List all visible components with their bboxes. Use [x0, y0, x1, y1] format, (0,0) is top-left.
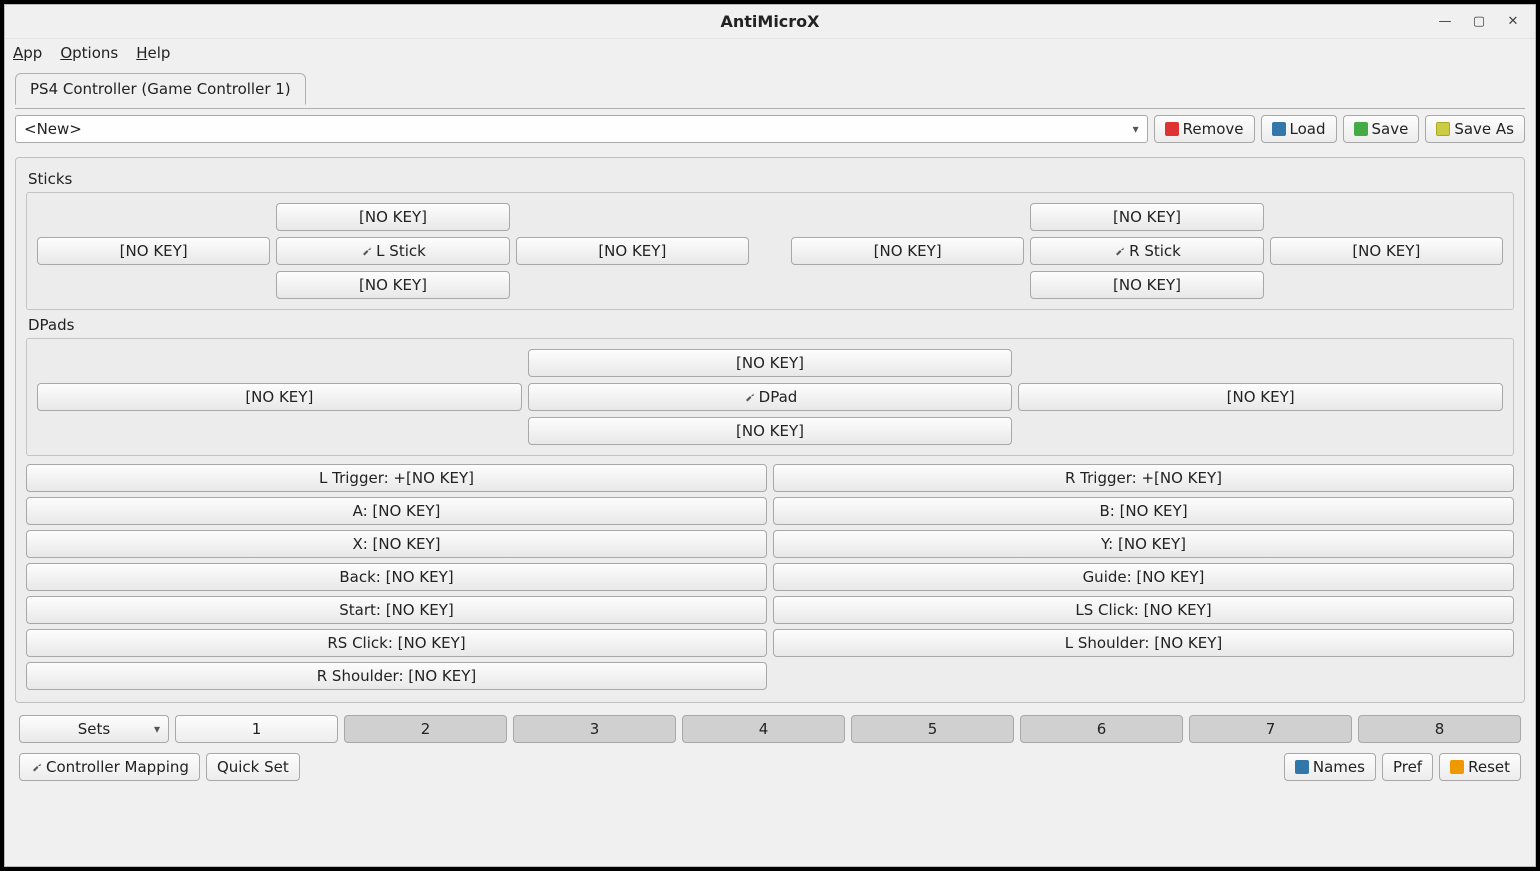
- tab-controller-1[interactable]: PS4 Controller (Game Controller 1): [15, 73, 306, 105]
- set-button-5[interactable]: 5: [851, 715, 1014, 743]
- rstick-right[interactable]: [NO KEY]: [1270, 237, 1503, 265]
- ltrigger-button[interactable]: L Trigger: +[NO KEY]: [26, 464, 767, 492]
- wrench-icon: [360, 245, 372, 257]
- lstick-left[interactable]: [NO KEY]: [37, 237, 270, 265]
- back-button[interactable]: Back: [NO KEY]: [26, 563, 767, 591]
- rsclick-button[interactable]: RS Click: [NO KEY]: [26, 629, 767, 657]
- remove-icon: [1165, 122, 1179, 136]
- tab-panel: <New> Remove Load Save Save As Sticks [N…: [15, 108, 1525, 781]
- remove-button[interactable]: Remove: [1154, 115, 1255, 143]
- lshoulder-button[interactable]: L Shoulder: [NO KEY]: [773, 629, 1514, 657]
- sticks-fieldset: [NO KEY] [NO KEY] [NO KEY] L Stick [NO K…: [26, 192, 1514, 310]
- wrench-icon: [30, 761, 42, 773]
- quick-set-button[interactable]: Quick Set: [206, 753, 300, 781]
- set-button-7[interactable]: 7: [1189, 715, 1352, 743]
- load-button[interactable]: Load: [1261, 115, 1337, 143]
- profile-toolbar: <New> Remove Load Save Save As: [15, 115, 1525, 143]
- controller-tabs: PS4 Controller (Game Controller 1): [15, 73, 1525, 105]
- mapping-panel: Sticks [NO KEY] [NO KEY] [NO KEY] L Stic…: [15, 157, 1525, 703]
- b-button[interactable]: B: [NO KEY]: [773, 497, 1514, 525]
- set-button-4[interactable]: 4: [682, 715, 845, 743]
- rshoulder-button[interactable]: R Shoulder: [NO KEY]: [26, 662, 767, 690]
- minimize-icon[interactable]: —: [1433, 10, 1457, 34]
- a-button[interactable]: A: [NO KEY]: [26, 497, 767, 525]
- set-button-6[interactable]: 6: [1020, 715, 1183, 743]
- lstick-config[interactable]: L Stick: [276, 237, 509, 265]
- content: PS4 Controller (Game Controller 1) <New>…: [5, 67, 1535, 866]
- load-icon: [1272, 122, 1286, 136]
- dpad-config[interactable]: DPad: [528, 383, 1013, 411]
- set-row: Sets 1 2 3 4 5 6 7 8: [15, 715, 1525, 743]
- list-icon: [1295, 760, 1309, 774]
- menubar: App Options Help: [5, 39, 1535, 67]
- buttons-grid: L Trigger: +[NO KEY] R Trigger: +[NO KEY…: [26, 464, 1514, 690]
- lstick-down[interactable]: [NO KEY]: [276, 271, 509, 299]
- rstick-up[interactable]: [NO KEY]: [1030, 203, 1263, 231]
- dpad-right[interactable]: [NO KEY]: [1018, 383, 1503, 411]
- profile-selected: <New>: [24, 120, 82, 138]
- save-icon: [1354, 122, 1368, 136]
- start-button[interactable]: Start: [NO KEY]: [26, 596, 767, 624]
- reset-icon: [1450, 760, 1464, 774]
- save-button[interactable]: Save: [1343, 115, 1420, 143]
- app-window: AntiMicroX — ▢ ✕ App Options Help PS4 Co…: [4, 4, 1536, 867]
- rtrigger-button[interactable]: R Trigger: +[NO KEY]: [773, 464, 1514, 492]
- dpad-left[interactable]: [NO KEY]: [37, 383, 522, 411]
- rstick-down[interactable]: [NO KEY]: [1030, 271, 1263, 299]
- dpads-fieldset: [NO KEY] [NO KEY] DPad [NO KEY] [NO KEY]: [26, 338, 1514, 456]
- saveas-icon: [1436, 122, 1450, 136]
- x-button[interactable]: X: [NO KEY]: [26, 530, 767, 558]
- dpads-label: DPads: [28, 316, 1514, 334]
- maximize-icon[interactable]: ▢: [1467, 10, 1491, 34]
- set-button-1[interactable]: 1: [175, 715, 338, 743]
- lstick-up[interactable]: [NO KEY]: [276, 203, 509, 231]
- window-title: AntiMicroX: [720, 12, 819, 31]
- lstick-right[interactable]: [NO KEY]: [516, 237, 749, 265]
- controller-mapping-button[interactable]: Controller Mapping: [19, 753, 200, 781]
- guide-button[interactable]: Guide: [NO KEY]: [773, 563, 1514, 591]
- close-icon[interactable]: ✕: [1501, 10, 1525, 34]
- lsclick-button[interactable]: LS Click: [NO KEY]: [773, 596, 1514, 624]
- names-button[interactable]: Names: [1284, 753, 1376, 781]
- set-button-8[interactable]: 8: [1358, 715, 1521, 743]
- rstick-left[interactable]: [NO KEY]: [791, 237, 1024, 265]
- menu-help[interactable]: Help: [136, 44, 170, 62]
- set-button-3[interactable]: 3: [513, 715, 676, 743]
- saveas-button[interactable]: Save As: [1425, 115, 1525, 143]
- sets-combo[interactable]: Sets: [19, 715, 169, 743]
- window-controls: — ▢ ✕: [1433, 10, 1535, 34]
- profile-select[interactable]: <New>: [15, 115, 1148, 143]
- titlebar: AntiMicroX — ▢ ✕: [5, 5, 1535, 39]
- sticks-label: Sticks: [28, 170, 1514, 188]
- set-button-2[interactable]: 2: [344, 715, 507, 743]
- reset-button[interactable]: Reset: [1439, 753, 1521, 781]
- dpad-up[interactable]: [NO KEY]: [528, 349, 1013, 377]
- dpad-down[interactable]: [NO KEY]: [528, 417, 1013, 445]
- menu-options[interactable]: Options: [60, 44, 118, 62]
- rstick-config[interactable]: R Stick: [1030, 237, 1263, 265]
- pref-button[interactable]: Pref: [1382, 753, 1433, 781]
- wrench-icon: [743, 391, 755, 403]
- wrench-icon: [1113, 245, 1125, 257]
- y-button[interactable]: Y: [NO KEY]: [773, 530, 1514, 558]
- bottom-row: Controller Mapping Quick Set Names Pref …: [15, 753, 1525, 781]
- menu-app[interactable]: App: [13, 44, 42, 62]
